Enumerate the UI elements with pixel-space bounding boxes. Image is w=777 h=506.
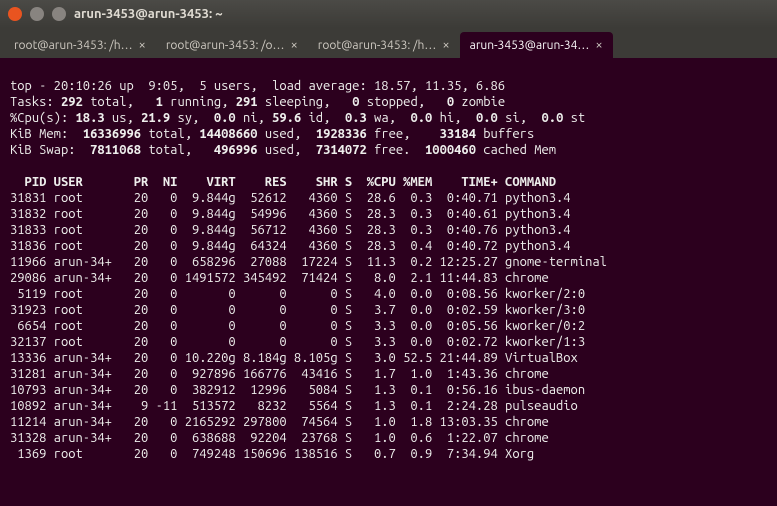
tab-0[interactable]: root@arun-3453: /h… × bbox=[4, 32, 156, 58]
tab-label: root@arun-3453: /o… bbox=[166, 39, 285, 52]
top-tasks-line: Tasks: 292 total, 1 running, 291 sleepin… bbox=[10, 95, 505, 109]
titlebar[interactable]: arun-3453@arun-3453: ~ bbox=[0, 0, 777, 28]
tab-3[interactable]: arun-3453@arun-34… × bbox=[460, 32, 613, 58]
top-process-list: 31831 root 20 0 9.844g 52612 4360 S 28.6… bbox=[10, 191, 607, 461]
top-cpu-line: %Cpu(s): 18.3 us, 21.9 sy, 0.0 ni, 59.6 … bbox=[10, 111, 585, 125]
close-icon[interactable]: × bbox=[139, 38, 146, 52]
tab-label: root@arun-3453: /h… bbox=[14, 39, 133, 52]
minimize-icon[interactable] bbox=[30, 7, 44, 21]
maximize-icon[interactable] bbox=[52, 7, 66, 21]
top-columns-header: PID USER PR NI VIRT RES SHR S %CPU %MEM … bbox=[10, 175, 622, 189]
terminal-window: arun-3453@arun-3453: ~ root@arun-3453: /… bbox=[0, 0, 777, 506]
top-summary-line: top - 20:10:26 up 9:05, 5 users, load av… bbox=[10, 79, 505, 93]
top-swap-line: KiB Swap: 7811068 total, 496996 used, 73… bbox=[10, 143, 556, 157]
window-title: arun-3453@arun-3453: ~ bbox=[74, 7, 223, 21]
terminal-output[interactable]: top - 20:10:26 up 9:05, 5 users, load av… bbox=[0, 58, 777, 506]
tab-label: root@arun-3453: /h… bbox=[318, 39, 437, 52]
tab-2[interactable]: root@arun-3453: /h… × bbox=[308, 32, 460, 58]
close-icon[interactable]: × bbox=[442, 38, 449, 52]
tab-label: arun-3453@arun-34… bbox=[470, 39, 590, 52]
close-icon[interactable]: × bbox=[595, 38, 602, 52]
tab-bar: root@arun-3453: /h… × root@arun-3453: /o… ×… bbox=[0, 28, 777, 58]
close-icon[interactable]: × bbox=[290, 38, 297, 52]
top-mem-line: KiB Mem: 16336996 total, 14408660 used, … bbox=[10, 127, 534, 141]
close-icon[interactable] bbox=[8, 7, 22, 21]
tab-1[interactable]: root@arun-3453: /o… × bbox=[156, 32, 308, 58]
